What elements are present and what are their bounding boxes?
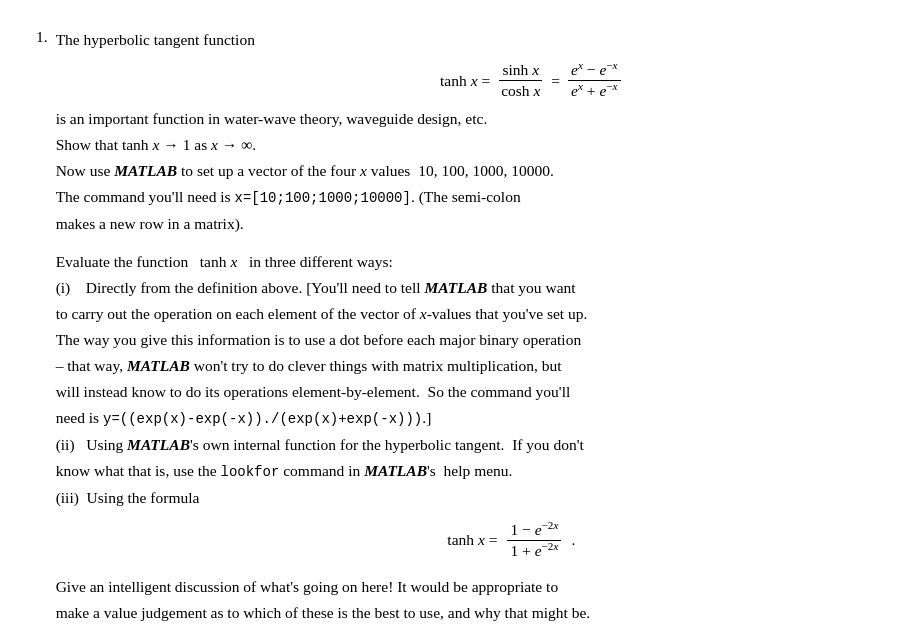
problem-number: 1. — [36, 28, 48, 625]
section2-ii-code: lookfor — [221, 464, 280, 480]
as-word: as — [194, 136, 207, 153]
line2: Show that tanh x → 1 as x → ∞. — [56, 133, 887, 157]
formula1-fraction1: sinh x cosh x — [498, 60, 543, 101]
section2-i: (i) Directly from the definition above. … — [56, 276, 887, 300]
section2-i-4: – that way, MATLAB won't try to do cleve… — [56, 354, 887, 378]
line4: The command you'll need is x=[10;100;100… — [56, 185, 887, 210]
formula1-lhs: tanh x = — [440, 72, 490, 90]
formula-1: tanh x = sinh x cosh x = ex − e−x ex + e… — [176, 60, 887, 101]
formula2-denom: 1 + e−2x — [507, 541, 561, 561]
section2-intro: Evaluate the function tanh x in three di… — [56, 250, 887, 274]
formula2-lhs: tanh x = — [447, 531, 497, 549]
formula1-fraction2: ex − e−x ex + e−x — [568, 60, 620, 101]
conclusion-1: Give an intelligent discussion of what's… — [56, 575, 887, 599]
formula1-numer2: ex − e−x — [568, 60, 620, 81]
section2-iii: (iii) Using the formula — [56, 486, 887, 510]
section2-ii-2: know what that is, use the lookfor comma… — [56, 459, 887, 484]
line4-code: x=[10;100;1000;10000] — [234, 190, 410, 206]
main-content: 1. The hyperbolic tangent function tanh … — [36, 28, 887, 625]
section2-i-3: The way you give this information is to … — [56, 328, 887, 352]
conclusion-2: make a value judgement as to which of th… — [56, 601, 887, 625]
line1-text: is an important function in water-wave t… — [56, 110, 488, 127]
formula2-dot: . — [571, 531, 575, 549]
formula1-equals: = — [551, 72, 560, 90]
formula-2: tanh x = 1 − e−2x 1 + e−2x . — [136, 520, 887, 561]
formula1-numer1: sinh x — [499, 60, 542, 81]
formula1-denom2: ex + e−x — [568, 81, 620, 101]
formula2-numer: 1 − e−2x — [507, 520, 561, 541]
problem-body: The hyperbolic tangent function tanh x =… — [56, 28, 887, 625]
formula1-denom1: cosh x — [498, 81, 543, 101]
section2-i-code: y=((exp(x)-exp(-x))./(exp(x)+exp(-x))) — [103, 411, 422, 427]
formula2-fraction: 1 − e−2x 1 + e−2x — [507, 520, 561, 561]
section2-i-6: need is y=((exp(x)-exp(-x))./(exp(x)+exp… — [56, 406, 887, 431]
line3: Now use MATLAB to set up a vector of the… — [56, 159, 887, 183]
line5: makes a new row in a matrix). — [56, 212, 887, 236]
problem-item: 1. The hyperbolic tangent function tanh … — [36, 28, 887, 625]
section2-ii: (ii) Using MATLAB's own internal functio… — [56, 433, 887, 457]
section2-i-5: will instead know to do its operations e… — [56, 380, 887, 404]
line1: is an important function in water-wave t… — [56, 107, 887, 131]
problem-title: The hyperbolic tangent function — [56, 28, 887, 52]
section2-i-2: to carry out the operation on each eleme… — [56, 302, 887, 326]
